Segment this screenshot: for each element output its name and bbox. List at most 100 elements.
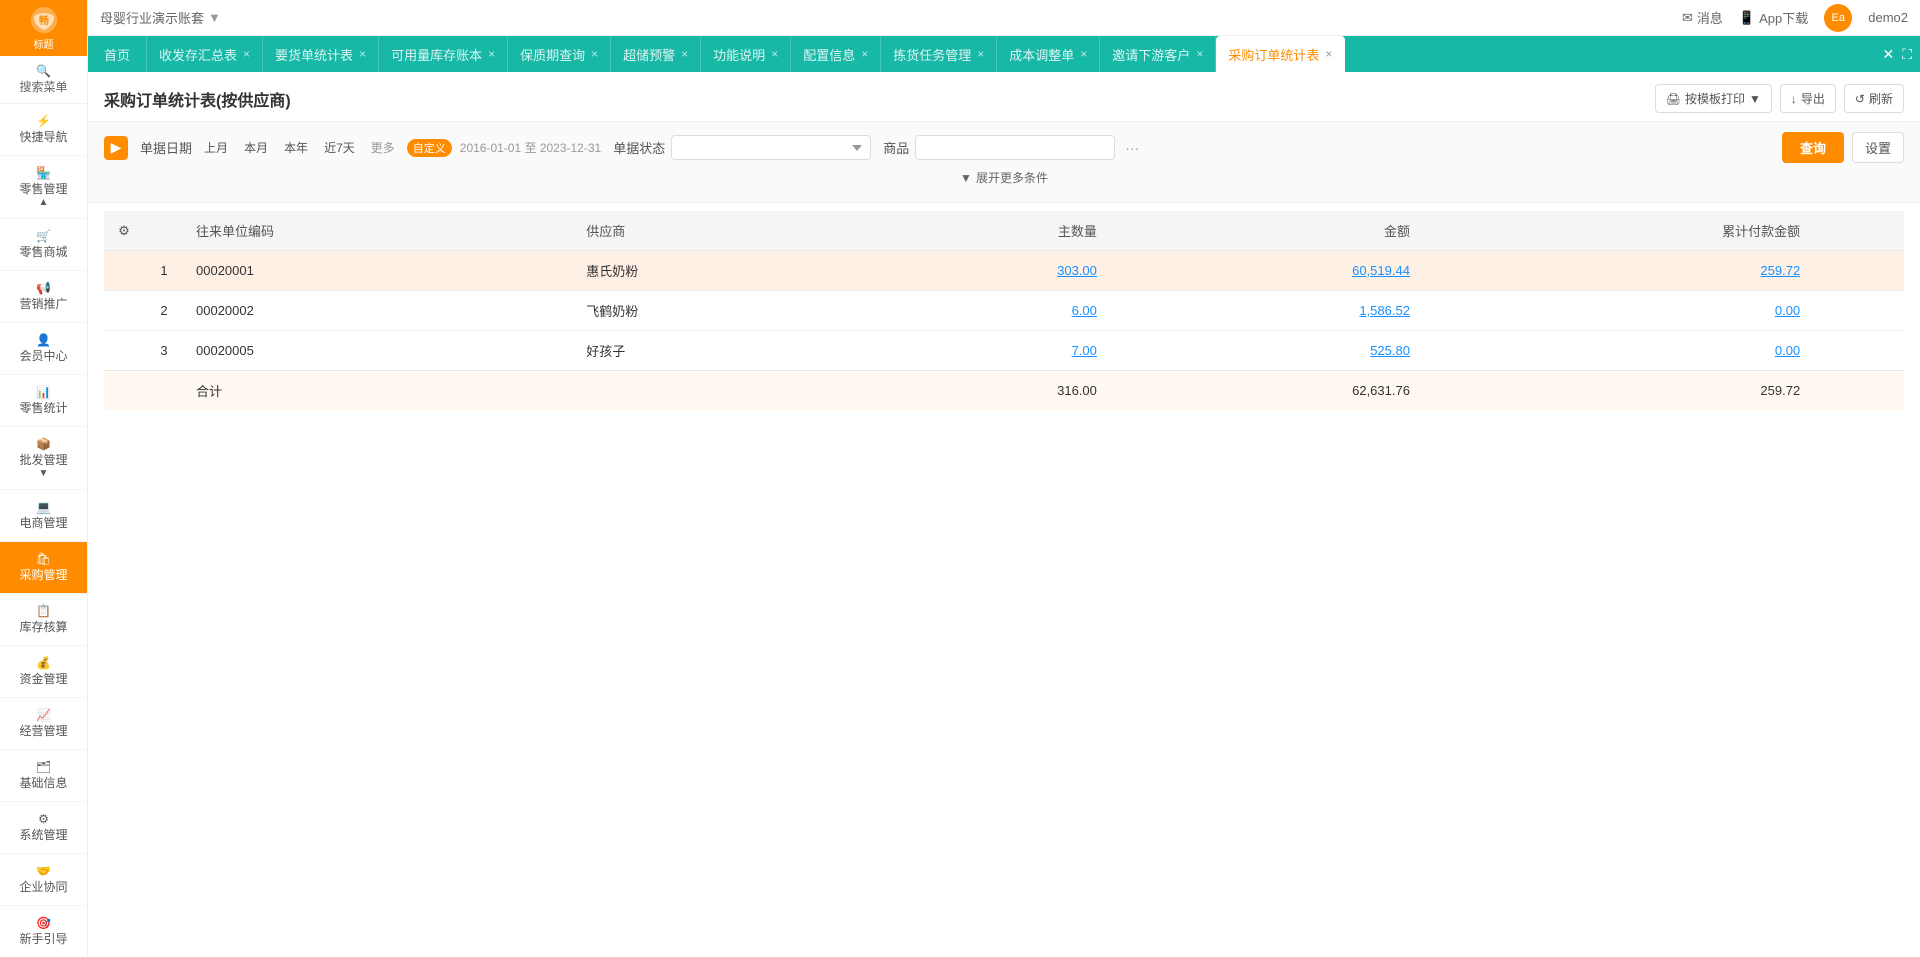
row-paid-amount-1[interactable]: 259.72 — [1422, 251, 1812, 291]
date-shortcut-more[interactable]: 更多 — [365, 137, 401, 158]
sidebar-item-newbie[interactable]: 🎯 新手引导 — [0, 906, 87, 957]
row-supplier-name-3: 好孩子 — [574, 331, 865, 371]
sidebar-item-marketing[interactable]: 📢 营销推广 — [0, 271, 87, 323]
workspace-selector[interactable]: 母婴行业演示账套 ▼ — [100, 8, 221, 27]
tab-close-available-stock[interactable]: × — [488, 47, 495, 61]
footer-quantity: 316.00 — [865, 371, 1109, 411]
user-name[interactable]: demo2 — [1868, 10, 1908, 25]
sidebar-item-member[interactable]: 👤 会员中心 — [0, 323, 87, 375]
row-settings-cell — [104, 331, 144, 371]
row-amount-2[interactable]: 1,586.52 — [1109, 291, 1422, 331]
tab-close-overstock[interactable]: × — [681, 47, 688, 61]
filter-toggle-button[interactable]: ▶ — [104, 136, 128, 160]
sidebar-item-retail-stats[interactable]: 📊 零售统计 — [0, 375, 87, 427]
template-print-button[interactable]: 🖨 按模板打印 ▼ — [1655, 84, 1772, 113]
table-row[interactable]: 1 00020001 惠氏奶粉 303.00 60,519.44 — [104, 251, 1904, 291]
sidebar-item-finance[interactable]: 💰 资金管理 — [0, 646, 87, 698]
tab-close-goods-stats[interactable]: × — [359, 47, 366, 61]
tab-function-desc[interactable]: 功能说明 × — [701, 36, 791, 72]
more-options-icon[interactable]: ··· — [1121, 140, 1143, 156]
row-amount-1[interactable]: 60,519.44 — [1109, 251, 1422, 291]
sidebar-item-basic[interactable]: 🗂 基础信息 — [0, 750, 87, 802]
tab-close-all-icon[interactable]: ✕ — [1882, 46, 1894, 63]
tab-close-invite-downstream[interactable]: × — [1196, 47, 1203, 61]
sidebar-item-purchase[interactable]: 🛍 采购管理 — [0, 542, 87, 594]
avatar[interactable]: Ea — [1824, 4, 1852, 32]
tab-shelf-life[interactable]: 保质期查询 × — [508, 36, 611, 72]
sidebar-item-ecommerce[interactable]: 💻 电商管理 — [0, 490, 87, 542]
tab-shelf-life-label: 保质期查询 — [520, 45, 585, 64]
tab-close-receive-send[interactable]: × — [243, 47, 250, 61]
inventory-icon: 📋 — [36, 604, 51, 618]
expand-more-button[interactable]: ▼ 展开更多条件 — [104, 163, 1904, 192]
tab-close-cost-adjust[interactable]: × — [1080, 47, 1087, 61]
goods-filter-input[interactable] — [915, 135, 1115, 160]
tab-close-config-info[interactable]: × — [861, 47, 868, 61]
row-paid-amount-3[interactable]: 0.00 — [1422, 331, 1812, 371]
data-table: ⚙ 往来单位编码 供应商 主数量 金额 — [104, 211, 1904, 410]
app-download-button[interactable]: 📱 App下载 — [1739, 8, 1808, 27]
sidebar-inventory-label: 库存核算 — [19, 618, 67, 635]
sidebar-item-retail[interactable]: 🏪 零售管理 ▲ — [0, 156, 87, 219]
sidebar-item-ops[interactable]: 📈 经营管理 — [0, 698, 87, 750]
status-filter-select[interactable] — [671, 135, 871, 160]
tab-close-shelf-life[interactable]: × — [591, 47, 598, 61]
row-quantity-2[interactable]: 6.00 — [865, 291, 1109, 331]
date-shortcut-this-year[interactable]: 本年 — [278, 137, 314, 158]
tab-invite-downstream[interactable]: 邀请下游客户 × — [1100, 36, 1216, 72]
row-quantity-3[interactable]: 7.00 — [865, 331, 1109, 371]
tab-home[interactable]: 首页 — [88, 36, 147, 72]
sidebar-retail-label: 零售管理 — [19, 180, 67, 197]
sidebar-marketing-label: 营销推广 — [19, 295, 67, 312]
tab-goods-stats[interactable]: 要货单统计表 × — [263, 36, 379, 72]
sidebar-item-system[interactable]: ⚙ 系统管理 — [0, 802, 87, 854]
app-logo-text: 标题 — [34, 36, 54, 51]
sidebar-item-inventory[interactable]: 📋 库存核算 — [0, 594, 87, 646]
sidebar-item-retail-mall[interactable]: 🛒 零售商城 — [0, 219, 87, 271]
sidebar-retail-stats-label: 零售统计 — [19, 399, 67, 416]
table-row[interactable]: 2 00020002 飞鹤奶粉 6.00 1,586.52 — [104, 291, 1904, 331]
table-row[interactable]: 3 00020005 好孩子 7.00 525.80 — [104, 331, 1904, 371]
tab-overstock[interactable]: 超储预警 × — [611, 36, 701, 72]
tab-close-purchase-stats[interactable]: × — [1325, 47, 1332, 61]
avatar-text: Ea — [1832, 12, 1845, 24]
row-amount-3[interactable]: 525.80 — [1109, 331, 1422, 371]
export-button[interactable]: ↓ 导出 — [1780, 84, 1836, 113]
row-supplier-name-2: 飞鹤奶粉 — [574, 291, 865, 331]
footer-empty-2 — [144, 371, 184, 411]
tab-restore-icon[interactable]: ⛶ — [1902, 46, 1912, 63]
export-label: 导出 — [1801, 90, 1825, 107]
table-body: 1 00020001 惠氏奶粉 303.00 60,519.44 — [104, 251, 1904, 371]
column-settings-icon[interactable]: ⚙ — [118, 223, 130, 238]
tab-available-stock[interactable]: 可用量库存账本 × — [379, 36, 508, 72]
date-shortcut-7days[interactable]: 近7天 — [318, 137, 361, 158]
page-actions: 🖨 按模板打印 ▼ ↓ 导出 ↺ 刷新 — [1655, 84, 1904, 113]
query-button[interactable]: 查询 — [1782, 132, 1844, 163]
date-shortcut-last-month[interactable]: 上月 — [198, 137, 234, 158]
sidebar-item-batch[interactable]: 📦 批发管理 ▼ — [0, 427, 87, 490]
expand-more-label: 展开更多条件 — [976, 169, 1048, 186]
message-button[interactable]: ✉ 消息 — [1682, 8, 1723, 27]
sidebar-item-search[interactable]: 🔍 搜索菜单 — [0, 56, 87, 104]
settings-button[interactable]: 设置 — [1852, 132, 1904, 163]
tab-picking-task[interactable]: 拣货任务管理 × — [881, 36, 997, 72]
tab-close-function-desc[interactable]: × — [771, 47, 778, 61]
tab-close-picking-task[interactable]: × — [977, 47, 984, 61]
row-paid-amount-2[interactable]: 0.00 — [1422, 291, 1812, 331]
row-quantity-1[interactable]: 303.00 — [865, 251, 1109, 291]
sidebar-item-enterprise[interactable]: 🤝 企业协同 — [0, 854, 87, 906]
tab-receive-send[interactable]: 收发存汇总表 × — [147, 36, 263, 72]
tab-purchase-stats[interactable]: 采购订单统计表 × — [1216, 36, 1345, 72]
sidebar-item-quick-nav[interactable]: ⚡ 快捷导航 — [0, 104, 87, 156]
custom-date-tag[interactable]: 自定义 — [407, 139, 452, 157]
app-logo[interactable]: 畅 标题 — [0, 0, 87, 56]
tab-cost-adjust-label: 成本调整单 — [1009, 45, 1074, 64]
refresh-button[interactable]: ↺ 刷新 — [1844, 84, 1904, 113]
export-icon: ↓ — [1791, 92, 1797, 106]
date-shortcut-this-month[interactable]: 本月 — [238, 137, 274, 158]
tab-config-info-label: 配置信息 — [803, 45, 855, 64]
printer-icon: 🖨 — [1666, 92, 1681, 106]
tab-cost-adjust[interactable]: 成本调整单 × — [997, 36, 1100, 72]
row-extra-3 — [1812, 331, 1904, 371]
tab-config-info[interactable]: 配置信息 × — [791, 36, 881, 72]
